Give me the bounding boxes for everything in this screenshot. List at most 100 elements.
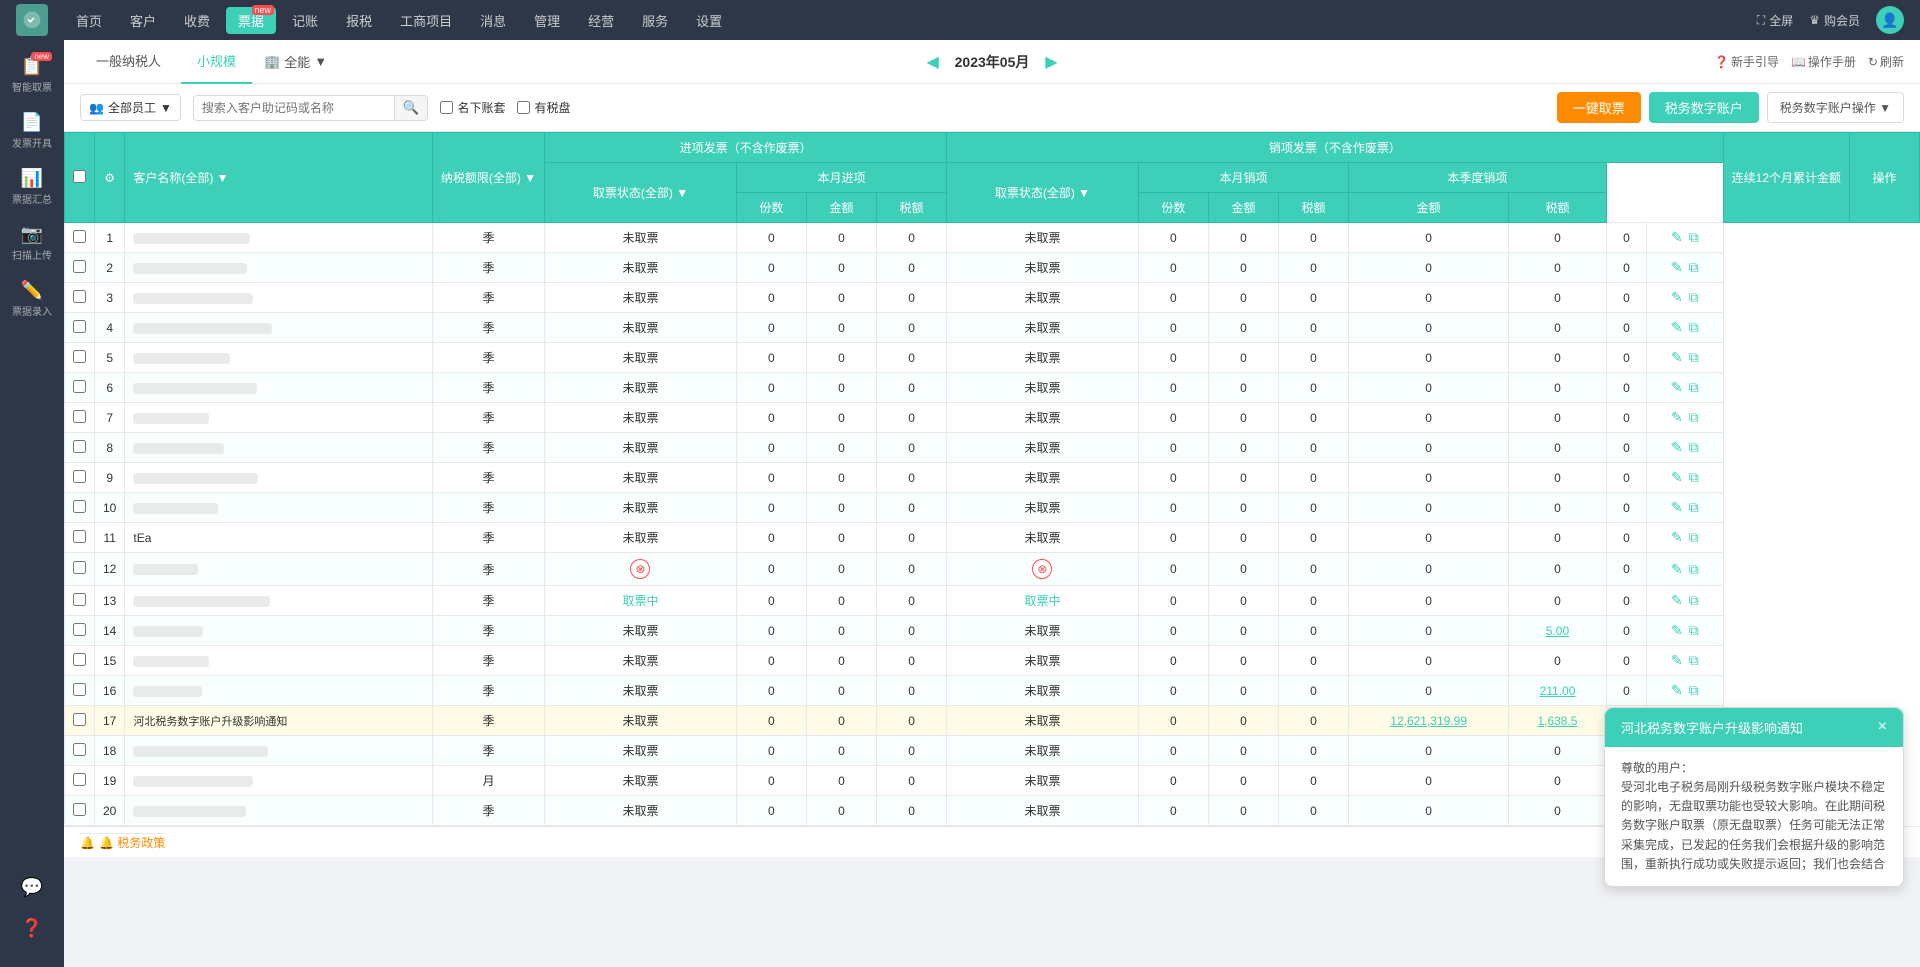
vip-btn[interactable]: ♛ 购会员 [1809, 12, 1860, 29]
row-checkbox[interactable] [73, 743, 86, 756]
nav-home[interactable]: 首页 [64, 7, 114, 34]
checkbox-my-accounts[interactable]: 名下账套 [440, 99, 505, 116]
sidebar-invoice-open[interactable]: 📄 发票开具 [4, 104, 60, 158]
row-checkbox[interactable] [73, 230, 86, 243]
copy-icon[interactable]: ⧉ [1689, 289, 1699, 306]
copy-icon[interactable]: ⧉ [1689, 652, 1699, 669]
search-input[interactable] [194, 97, 394, 119]
copy-icon[interactable]: ⧉ [1689, 592, 1699, 609]
row-checkbox[interactable] [73, 593, 86, 606]
one-key-ticket-btn[interactable]: 一键取票 [1557, 92, 1641, 123]
copy-icon[interactable]: ⧉ [1689, 409, 1699, 426]
in-fetch-status-header[interactable]: 取票状态(全部) ▼ [545, 163, 737, 223]
copy-icon[interactable]: ⧉ [1689, 379, 1699, 396]
copy-icon[interactable]: ⧉ [1689, 529, 1699, 546]
edit-icon[interactable]: ✎ [1671, 319, 1683, 336]
fullscreen-btn[interactable]: ⛶ 全屏 [1757, 12, 1793, 29]
settings-col[interactable]: ⚙ [95, 133, 125, 223]
nav-client[interactable]: 客户 [118, 7, 168, 34]
row-checkbox[interactable] [73, 530, 86, 543]
row-checkbox[interactable] [73, 290, 86, 303]
staff-selector[interactable]: 👥 全部员工 ▼ [80, 94, 181, 121]
manual-btn[interactable]: 📖 操作手册 [1791, 53, 1856, 70]
row-checkbox[interactable] [73, 320, 86, 333]
logo[interactable] [16, 4, 48, 36]
nav-settings[interactable]: 设置 [684, 7, 734, 34]
row-checkbox[interactable] [73, 713, 86, 726]
copy-icon[interactable]: ⧉ [1689, 349, 1699, 366]
copy-icon[interactable]: ⧉ [1689, 439, 1699, 456]
period-next-btn[interactable]: ▶ [1039, 50, 1063, 74]
edit-icon[interactable]: ✎ [1671, 259, 1683, 276]
sidebar-invoice-summary[interactable]: 📊 票据汇总 [4, 160, 60, 214]
popup-close-btn[interactable]: × [1878, 718, 1887, 736]
edit-icon[interactable]: ✎ [1671, 682, 1683, 699]
edit-icon[interactable]: ✎ [1671, 379, 1683, 396]
copy-icon[interactable]: ⧉ [1689, 319, 1699, 336]
nav-operation[interactable]: 经营 [576, 7, 626, 34]
tax-digital-account-ops-btn[interactable]: 税务数字账户操作 ▼ [1767, 92, 1904, 123]
copy-icon[interactable]: ⧉ [1689, 682, 1699, 699]
nav-accounting[interactable]: 记账 [280, 7, 330, 34]
has-taxpad-checkbox[interactable] [517, 101, 530, 114]
nav-invoice[interactable]: 票据 new [226, 7, 276, 34]
row-checkbox[interactable] [73, 803, 86, 816]
nav-business[interactable]: 工商项目 [388, 7, 464, 34]
copy-icon[interactable]: ⧉ [1689, 469, 1699, 486]
row-checkbox[interactable] [73, 380, 86, 393]
client-name-header[interactable]: 客户名称(全部) ▼ [125, 133, 433, 223]
tax-policy-label[interactable]: 🔔 税务政策 [99, 834, 165, 851]
row-checkbox[interactable] [73, 440, 86, 453]
tax-digital-account-btn[interactable]: 税务数字账户 [1649, 92, 1759, 123]
edit-icon[interactable]: ✎ [1671, 229, 1683, 246]
tax-policy-bar[interactable]: 🔔 🔔 税务政策 [80, 833, 165, 851]
edit-icon[interactable]: ✎ [1671, 469, 1683, 486]
nav-fee[interactable]: 收费 [172, 7, 222, 34]
row-checkbox[interactable] [73, 350, 86, 363]
nav-service[interactable]: 服务 [630, 7, 680, 34]
edit-icon[interactable]: ✎ [1671, 289, 1683, 306]
copy-icon[interactable]: ⧉ [1689, 561, 1699, 578]
nav-tax[interactable]: 报税 [334, 7, 384, 34]
my-accounts-checkbox[interactable] [440, 101, 453, 114]
edit-icon[interactable]: ✎ [1671, 561, 1683, 578]
edit-icon[interactable]: ✎ [1671, 592, 1683, 609]
checkbox-has-taxpad[interactable]: 有税盘 [517, 99, 570, 116]
edit-icon[interactable]: ✎ [1671, 652, 1683, 669]
edit-icon[interactable]: ✎ [1671, 349, 1683, 366]
edit-icon[interactable]: ✎ [1671, 409, 1683, 426]
sidebar-help[interactable]: ❓ [4, 910, 60, 949]
row-checkbox[interactable] [73, 260, 86, 273]
sub-nav-all[interactable]: 🏢 全能 ▼ [256, 48, 335, 75]
out-fetch-status-header[interactable]: 取票状态(全部) ▼ [947, 163, 1139, 223]
nav-message[interactable]: 消息 [468, 7, 518, 34]
sidebar-invoice-entry[interactable]: ✏️ 票据录入 [4, 272, 60, 326]
row-checkbox[interactable] [73, 683, 86, 696]
select-all-checkbox[interactable] [73, 170, 86, 183]
copy-icon[interactable]: ⧉ [1689, 499, 1699, 516]
row-checkbox[interactable] [73, 653, 86, 666]
sub-nav-small[interactable]: 小规模 [181, 39, 252, 84]
copy-icon[interactable]: ⧉ [1689, 229, 1699, 246]
edit-icon[interactable]: ✎ [1671, 439, 1683, 456]
edit-icon[interactable]: ✎ [1671, 622, 1683, 639]
new-user-guide-btn[interactable]: ❓ 新手引导 [1714, 53, 1779, 70]
nav-manage[interactable]: 管理 [522, 7, 572, 34]
row-checkbox[interactable] [73, 623, 86, 636]
row-checkbox[interactable] [73, 410, 86, 423]
edit-icon[interactable]: ✎ [1671, 529, 1683, 546]
sidebar-msg[interactable]: 💬 [4, 869, 60, 908]
edit-icon[interactable]: ✎ [1671, 499, 1683, 516]
sub-nav-general[interactable]: 一般纳税人 [80, 39, 177, 84]
row-checkbox[interactable] [73, 500, 86, 513]
search-button[interactable]: 🔍 [394, 96, 428, 120]
row-checkbox[interactable] [73, 561, 86, 574]
tax-quota-header[interactable]: 纳税额限(全部) ▼ [432, 133, 544, 223]
user-avatar[interactable]: 👤 [1876, 6, 1904, 34]
copy-icon[interactable]: ⧉ [1689, 259, 1699, 276]
period-prev-btn[interactable]: ◀ [921, 50, 945, 74]
sidebar-scan-upload[interactable]: 📷 扫描上传 [4, 216, 60, 270]
row-checkbox[interactable] [73, 773, 86, 786]
sidebar-smart-ticket[interactable]: 📋 智能取票 new [4, 48, 60, 102]
copy-icon[interactable]: ⧉ [1689, 622, 1699, 639]
